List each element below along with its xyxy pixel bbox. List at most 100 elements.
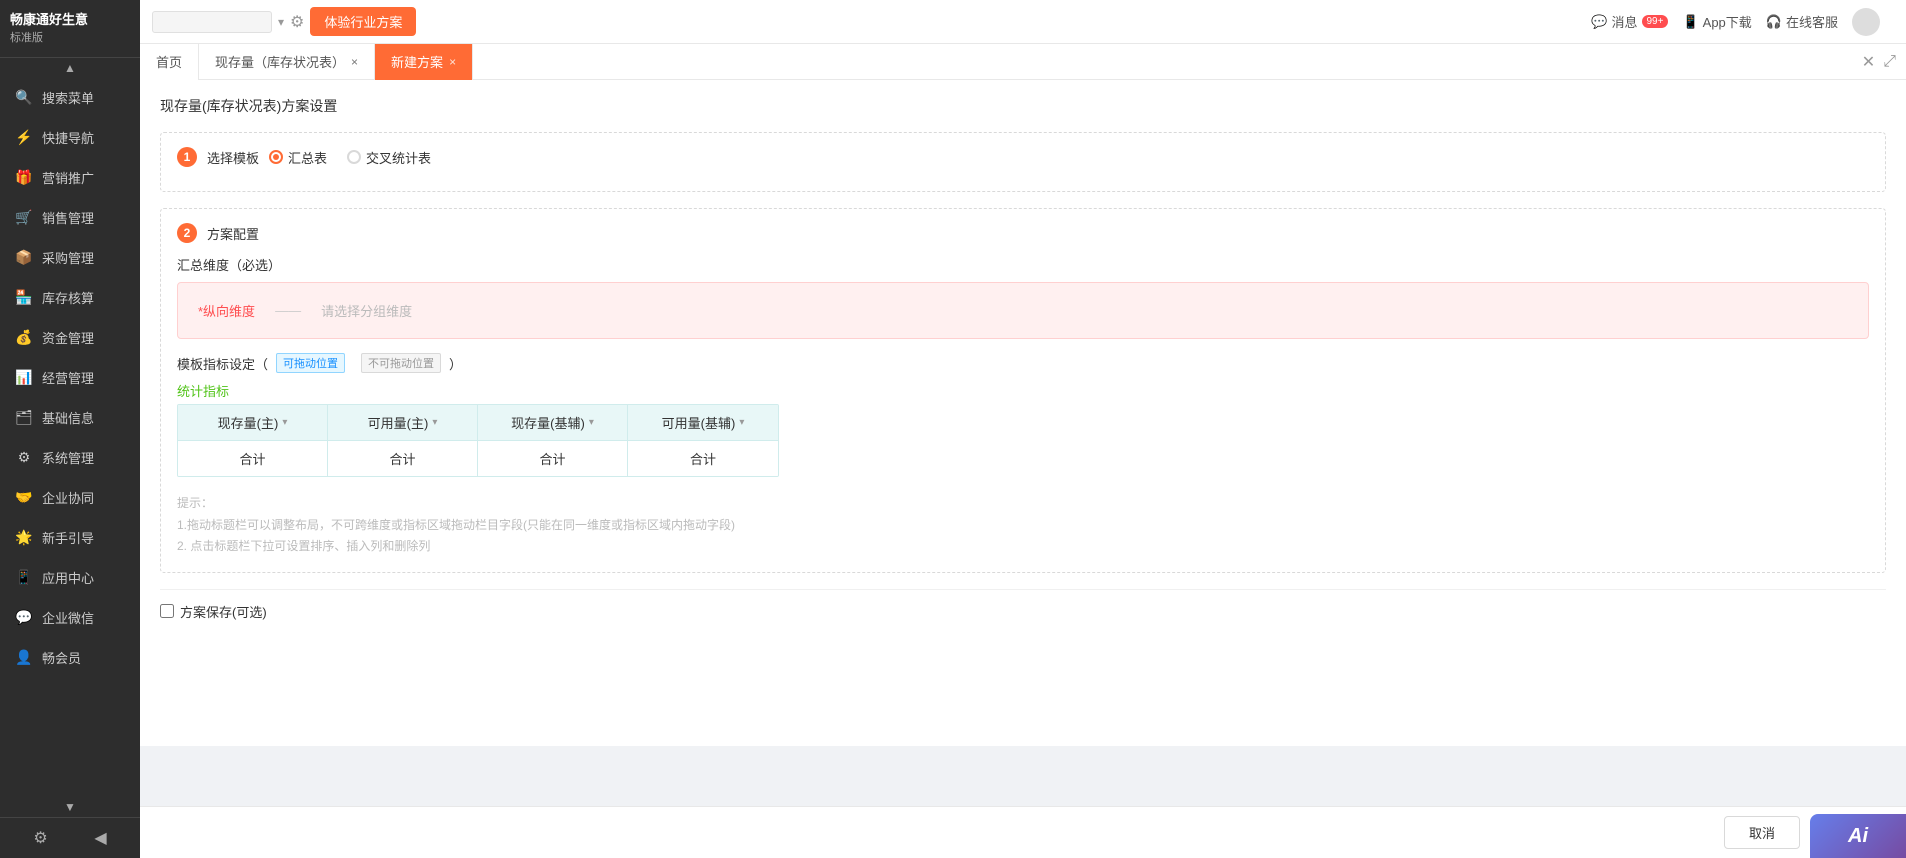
- sidebar-icon-search: 🔍: [14, 88, 34, 108]
- stats-th-现存量(主)[interactable]: 现存量(主)▾: [178, 405, 328, 440]
- sidebar-icon-inventory: 🏪: [14, 288, 34, 308]
- tab-new-plan[interactable]: 新建方案×: [375, 44, 473, 80]
- settings-icon[interactable]: ⚙: [33, 828, 47, 848]
- industry-btn[interactable]: 体验行业方案: [310, 7, 416, 36]
- stats-table: 现存量(主)▾可用量(主)▾现存量(基辅)▾可用量(基辅)▾ 合计合计合计合计: [177, 404, 779, 477]
- indicator-settings-close: ）: [449, 354, 462, 373]
- sidebar-label-search: 搜索菜单: [42, 88, 94, 107]
- stats-td: 合计: [178, 441, 328, 476]
- stats-th-可用量(主)[interactable]: 可用量(主)▾: [328, 405, 478, 440]
- sidebar-icon-operations: 📊: [14, 368, 34, 388]
- topbar-search-input[interactable]: [152, 11, 272, 33]
- sidebar-label-app-center: 应用中心: [42, 568, 94, 587]
- sidebar-icon-purchase: 📦: [14, 248, 34, 268]
- sidebar-icon-basic-info: 🗂: [14, 408, 34, 428]
- sidebar-label-finance: 资金管理: [42, 328, 94, 347]
- tab-label-home: 首页: [156, 52, 182, 71]
- radio-cross-table[interactable]: 交叉统计表: [347, 148, 431, 167]
- tabs-actions: ✕ ⤢: [1862, 52, 1906, 72]
- sidebar-item-marketing[interactable]: 🎁营销推广: [0, 158, 140, 198]
- sidebar-label-operations: 经营管理: [42, 368, 94, 387]
- sidebar-label-corp: 企业协同: [42, 488, 94, 507]
- sidebar-item-newbie[interactable]: 🌟新手引导: [0, 518, 140, 558]
- sidebar-label-basic-info: 基础信息: [42, 408, 94, 427]
- radio-dot-summary: [269, 150, 283, 164]
- topbar-online-service[interactable]: 🎧 在线客服: [1766, 12, 1838, 31]
- stats-table-row: 合计合计合计合计: [178, 440, 778, 476]
- sidebar-label-sales: 销售管理: [42, 208, 94, 227]
- non-draggable-badge: 不可拖动位置: [361, 353, 441, 373]
- close-panel-icon[interactable]: ✕: [1862, 52, 1875, 72]
- ai-badge[interactable]: Ai: [1810, 814, 1906, 858]
- cancel-button[interactable]: 取消: [1724, 816, 1800, 849]
- radio-summary-table[interactable]: 汇总表: [269, 148, 327, 167]
- stats-td: 合计: [328, 441, 478, 476]
- sidebar-label-wechat: 企业微信: [42, 608, 94, 627]
- sidebar-item-inventory[interactable]: 🏪 库存核算: [0, 278, 140, 318]
- sidebar-nav: 🔍 搜索菜单 ⚡快捷导航🎁营销推广🛒销售管理 📦 采购管理 🏪 库存核算 💰资金管理 📊 经营管理…: [0, 78, 140, 797]
- topbar-dropdown-icon[interactable]: ▾: [278, 15, 284, 29]
- sidebar-item-corp[interactable]: 🤝 企业协同: [0, 478, 140, 518]
- tab-inventory[interactable]: 现存量（库存状况表） ×: [199, 44, 375, 80]
- step2-header: 2 方案配置: [177, 223, 1869, 243]
- th-label: 现存量(基辅): [511, 413, 585, 432]
- topbar-gear-icon[interactable]: ⚙: [290, 12, 304, 32]
- app-subtitle: 标准版: [10, 29, 130, 45]
- topbar-message[interactable]: 💬 消息 99+: [1591, 12, 1668, 31]
- sidebar-item-app-center[interactable]: 📱 应用中心: [0, 558, 140, 598]
- sidebar-item-wechat[interactable]: 💬企业微信: [0, 598, 140, 638]
- collapse-icon[interactable]: ◀: [94, 828, 106, 848]
- tabs-container: 首页现存量（库存状况表）×新建方案×: [140, 44, 1862, 80]
- chevron-down-icon: ▾: [739, 417, 744, 428]
- indicator-settings: 模板指标设定（ 可拖动位置 不可拖动位置 ） 统计指标 现存量(主)▾可用量(主…: [177, 353, 1869, 558]
- sidebar-item-basic-info[interactable]: 🗂 基础信息: [0, 398, 140, 438]
- dimension-row-label: *纵向维度: [198, 301, 255, 320]
- tab-home[interactable]: 首页: [140, 44, 199, 80]
- radio-label-summary: 汇总表: [288, 148, 327, 167]
- step2-section: 2 方案配置 汇总维度（必选） *纵向维度 —— 请选择分组维度 模板指标设定（: [160, 208, 1886, 573]
- sidebar-item-quick-nav[interactable]: ⚡快捷导航: [0, 118, 140, 158]
- tabs-bar: 首页现存量（库存状况表）×新建方案× ✕ ⤢: [140, 44, 1906, 80]
- chevron-down-icon: ▾: [432, 417, 437, 428]
- dimension-config-label: 汇总维度（必选）: [177, 255, 1869, 274]
- app-icon: 📱: [1682, 14, 1698, 30]
- stats-td: 合计: [478, 441, 628, 476]
- sidebar-item-purchase[interactable]: 📦 采购管理: [0, 238, 140, 278]
- dimension-placeholder: 请选择分组维度: [321, 301, 412, 320]
- th-label: 现存量(主): [218, 413, 279, 432]
- sidebar-label-inventory: 库存核算: [42, 288, 94, 307]
- stats-th-可用量(基辅)[interactable]: 可用量(基辅)▾: [628, 405, 778, 440]
- sidebar-item-finance[interactable]: 💰资金管理: [0, 318, 140, 358]
- sidebar-item-operations[interactable]: 📊 经营管理: [0, 358, 140, 398]
- stats-section-label: 统计指标: [177, 381, 1869, 400]
- message-icon: 💬: [1591, 14, 1607, 30]
- user-avatar[interactable]: [1852, 8, 1880, 36]
- expand-panel-icon[interactable]: ⤢: [1883, 53, 1896, 71]
- save-checkbox[interactable]: [160, 604, 174, 618]
- save-row: 方案保存(可选): [160, 589, 1886, 633]
- sidebar-icon-corp: 🤝: [14, 488, 34, 508]
- topbar-app-download[interactable]: 📱 App下载: [1682, 12, 1751, 31]
- sidebar-scroll-up[interactable]: ▲: [0, 58, 140, 78]
- tab-label-inventory: 现存量（库存状况表）: [215, 52, 345, 71]
- tips-section: 提示： 1.拖动标题栏可以调整布局，不可跨维度或指标区域拖动栏目字段(只能在同一…: [177, 493, 1869, 558]
- sidebar-icon-app-center: 📱: [14, 568, 34, 588]
- page-title: 现存量(库存状况表)方案设置: [160, 96, 1886, 116]
- sidebar: 畅康通好生意 标准版 ▲ 🔍搜索菜单⚡快捷导航🎁营销推广🛒销售管理📦采购管理🏪库…: [0, 0, 140, 858]
- sidebar-item-search[interactable]: 🔍 搜索菜单: [0, 78, 140, 118]
- tips-title: 提示：: [177, 496, 213, 510]
- sidebar-item-member[interactable]: 👤畅会员: [0, 638, 140, 678]
- sidebar-item-system[interactable]: ⚙系统管理: [0, 438, 140, 478]
- sidebar-item-sales[interactable]: 🛒销售管理: [0, 198, 140, 238]
- stats-th-现存量(基辅)[interactable]: 现存量(基辅)▾: [478, 405, 628, 440]
- tab-close-inventory[interactable]: ×: [351, 55, 358, 69]
- dimension-separator: ——: [275, 303, 301, 318]
- page-panel: 现存量(库存状况表)方案设置 1 选择模板 汇总表 交叉统计表: [140, 80, 1906, 746]
- sidebar-scroll-down[interactable]: ▼: [0, 797, 140, 817]
- tab-close-new-plan[interactable]: ×: [449, 55, 456, 69]
- indicator-settings-label: 模板指标设定（ 可拖动位置 不可拖动位置 ）: [177, 353, 1869, 373]
- sidebar-label-purchase: 采购管理: [42, 248, 94, 267]
- dimension-area[interactable]: *纵向维度 —— 请选择分组维度: [177, 282, 1869, 339]
- content-area: 现存量(库存状况表)方案设置 1 选择模板 汇总表 交叉统计表: [140, 80, 1906, 806]
- sidebar-label-system: 系统管理: [42, 448, 94, 467]
